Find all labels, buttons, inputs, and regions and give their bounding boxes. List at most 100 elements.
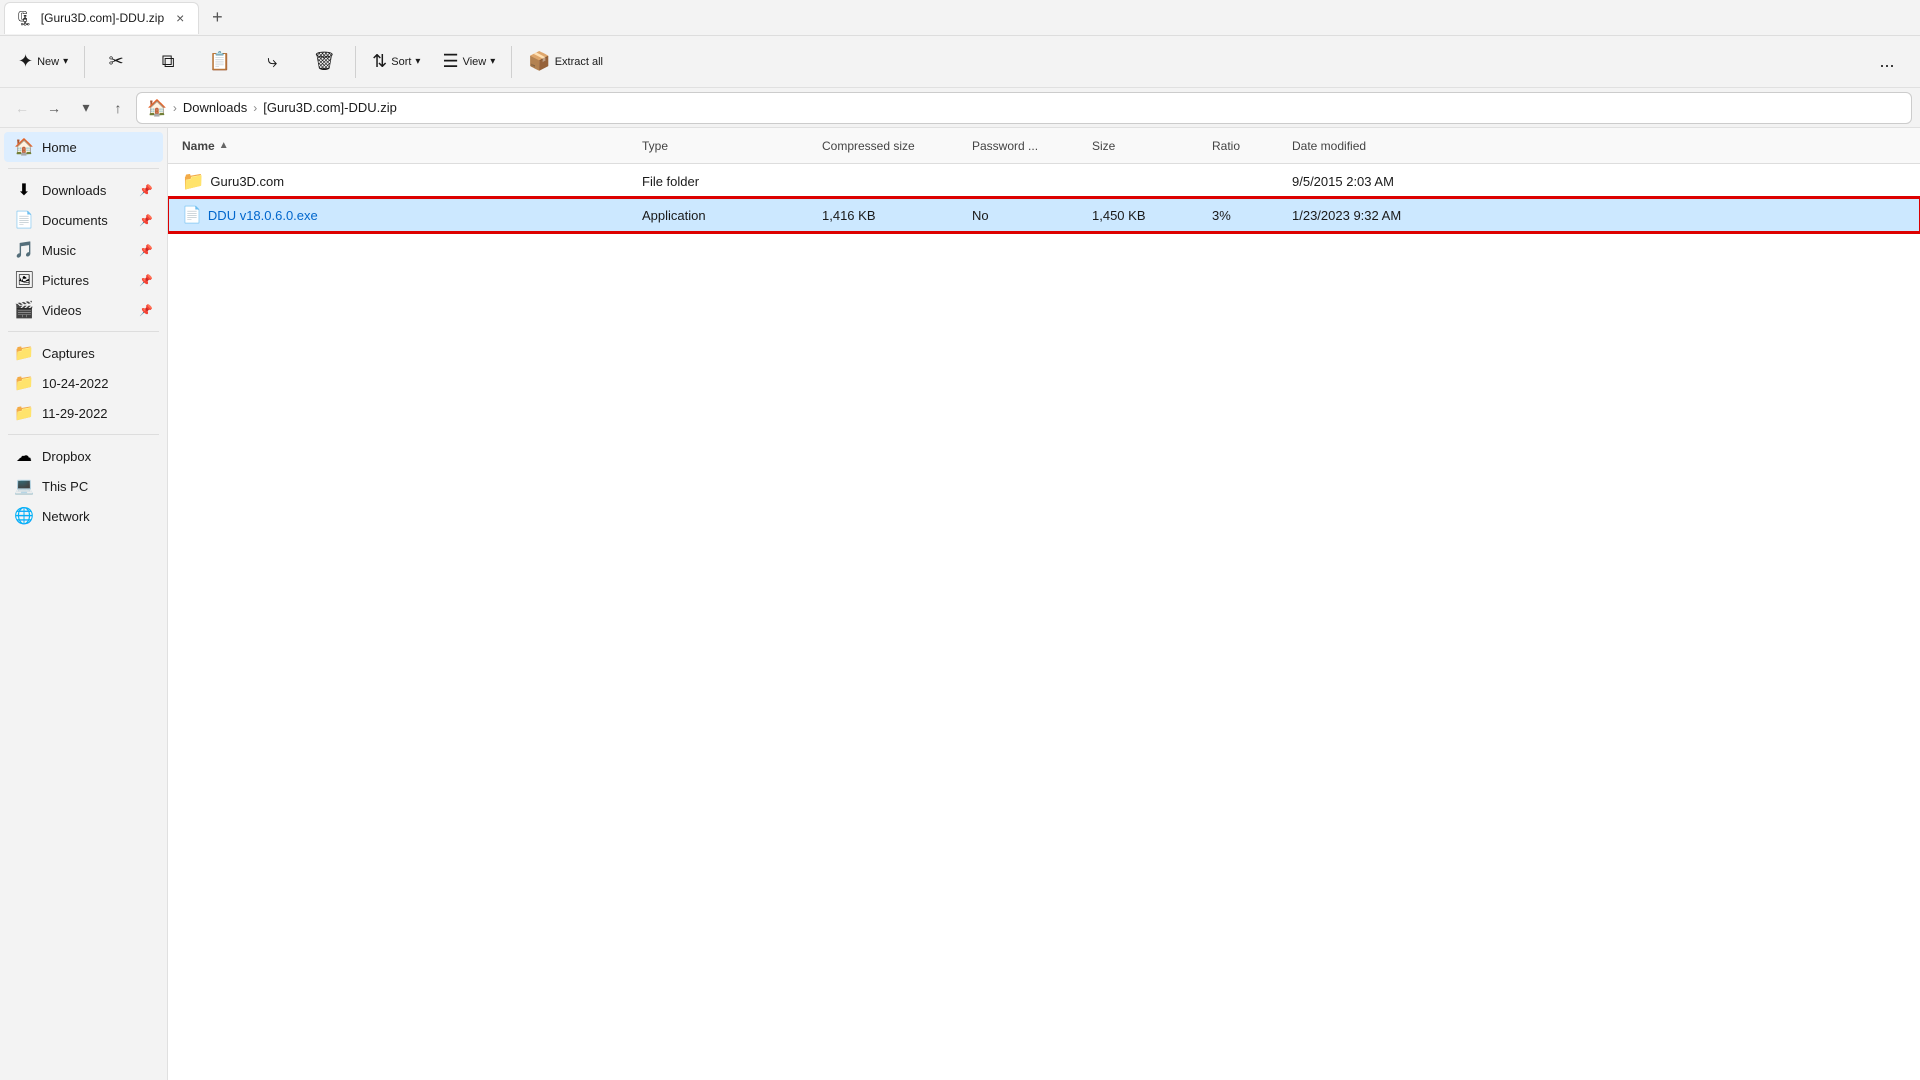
cell-compsize-exe: 1,416 KB [816,208,966,223]
sidebar-label-downloads: Downloads [42,183,131,198]
sidebar-item-music[interactable]: 🎵 Music 📌 [4,235,163,265]
sidebar-item-captures[interactable]: 📁 Captures [4,338,163,368]
col-password-label: Password ... [972,139,1038,153]
address-bar: ← → ▾ ↑ 🏠 › Downloads › [Guru3D.com]-DDU… [0,88,1920,128]
cell-password-exe: No [966,208,1086,223]
table-row[interactable]: 📁 Guru3D.com File folder 9/5/2015 2:03 A… [168,164,1920,198]
col-name-label: Name [182,139,215,153]
10-24-folder-icon: 📁 [14,373,34,393]
sidebar-label-dropbox: Dropbox [42,449,153,464]
table-row[interactable]: 📄 DDU v18.0.6.0.exe Application 1,416 KB… [168,198,1920,232]
col-header-ratio[interactable]: Ratio [1206,128,1286,163]
up-button[interactable]: ↑ [104,94,132,122]
music-icon: 🎵 [14,240,34,260]
sort-arrow-icon: ▾ [415,56,420,67]
cell-type-folder: File folder [636,174,816,189]
tab-close-button[interactable]: × [172,9,188,27]
sidebar-item-videos[interactable]: 🎬 Videos 📌 [4,295,163,325]
sidebar-item-thispc[interactable]: 💻 This PC [4,471,163,501]
move-icon: ⤷ [267,51,277,72]
pictures-pin-icon: 📌 [139,274,153,287]
cell-ratio-exe: 3% [1206,208,1286,223]
cell-name-exe: 📄 DDU v18.0.6.0.exe [176,205,636,225]
cell-date-folder: 9/5/2015 2:03 AM [1286,174,1486,189]
sidebar-item-downloads[interactable]: ⬇ Downloads 📌 [4,175,163,205]
sidebar-item-network[interactable]: 🌐 Network [4,501,163,531]
sidebar-item-dropbox[interactable]: ☁ Dropbox [4,441,163,471]
sidebar-item-pictures[interactable]: 🖼 Pictures 📌 [4,265,163,295]
active-tab[interactable]: 🗜 [Guru3D.com]-DDU.zip × [4,2,199,34]
forward-button[interactable]: → [40,94,68,122]
downloads-icon: ⬇ [14,180,34,200]
folder-date: 9/5/2015 2:03 AM [1292,174,1394,189]
cell-size-exe: 1,450 KB [1086,208,1206,223]
new-button[interactable]: ✦ New ▾ [8,40,78,84]
sidebar: 🏠 Home ⬇ Downloads 📌 📄 Documents 📌 🎵 Mus… [0,128,168,1080]
videos-icon: 🎬 [14,300,34,320]
extract-icon: 📦 [528,51,550,72]
sidebar-label-pictures: Pictures [42,273,131,288]
tab-title: [Guru3D.com]-DDU.zip [41,11,164,25]
cut-icon: ✂ [109,51,124,72]
pictures-icon: 🖼 [14,270,34,290]
new-label: New [37,56,59,68]
dropdown-button[interactable]: ▾ [72,94,100,122]
sidebar-item-11-29-2022[interactable]: 📁 11-29-2022 [4,398,163,428]
cut-button[interactable]: ✂ [91,40,141,84]
breadcrumb-downloads: Downloads [183,100,247,115]
cell-name-folder: 📁 Guru3D.com [176,171,636,192]
view-button[interactable]: ☰ View ▾ [432,40,505,84]
exe-size: 1,450 KB [1092,208,1146,223]
new-icon: ✦ [18,51,33,72]
sidebar-item-10-24-2022[interactable]: 📁 10-24-2022 [4,368,163,398]
sidebar-label-11-29-2022: 11-29-2022 [42,406,153,421]
copy-icon: ⧉ [162,51,175,72]
col-header-compressed-size[interactable]: Compressed size [816,128,966,163]
col-header-type[interactable]: Type [636,128,816,163]
view-icon: ☰ [442,51,458,72]
documents-pin-icon: 📌 [139,214,153,227]
new-arrow-icon: ▾ [63,56,68,67]
col-header-date[interactable]: Date modified [1286,128,1486,163]
breadcrumb-sep-2: › [253,101,257,115]
paste-icon: 📋 [209,51,231,72]
copy-button[interactable]: ⧉ [143,40,193,84]
more-button[interactable]: ... [1862,40,1912,84]
tab-bar: 🗜 [Guru3D.com]-DDU.zip × + [0,0,1920,36]
sidebar-divider-3 [8,434,159,435]
sidebar-label-captures: Captures [42,346,153,361]
sidebar-divider-2 [8,331,159,332]
delete-button[interactable]: 🗑 [299,40,349,84]
exe-name: DDU v18.0.6.0.exe [208,208,318,223]
extract-all-button[interactable]: 📦 Extract all [518,40,613,84]
breadcrumb-sep-1: › [173,101,177,115]
col-header-password[interactable]: Password ... [966,128,1086,163]
sidebar-item-documents[interactable]: 📄 Documents 📌 [4,205,163,235]
more-icon: ... [1879,51,1894,72]
move-button[interactable]: ⤷ [247,40,297,84]
sidebar-item-home[interactable]: 🏠 Home [4,132,163,162]
folder-name: Guru3D.com [210,174,284,189]
videos-pin-icon: 📌 [139,304,153,317]
sidebar-label-videos: Videos [42,303,131,318]
col-header-name[interactable]: Name ▲ [176,128,636,163]
toolbar-sep-3 [511,46,512,78]
11-29-folder-icon: 📁 [14,403,34,423]
toolbar-sep-2 [355,46,356,78]
back-button[interactable]: ← [8,94,36,122]
new-tab-button[interactable]: + [203,4,231,32]
dropbox-icon: ☁ [14,446,34,466]
sidebar-label-thispc: This PC [42,479,153,494]
col-date-label: Date modified [1292,139,1366,153]
view-arrow-icon: ▾ [490,56,495,67]
toolbar-sep-1 [84,46,85,78]
sidebar-label-documents: Documents [42,213,131,228]
downloads-pin-icon: 📌 [139,184,153,197]
breadcrumb[interactable]: 🏠 › Downloads › [Guru3D.com]-DDU.zip [136,92,1912,124]
col-compressed-size-label: Compressed size [822,139,915,153]
sort-button[interactable]: ⇅ Sort ▾ [362,40,430,84]
cell-date-exe: 1/23/2023 9:32 AM [1286,208,1486,223]
col-header-size[interactable]: Size [1086,128,1206,163]
paste-button[interactable]: 📋 [195,40,245,84]
captures-folder-icon: 📁 [14,343,34,363]
